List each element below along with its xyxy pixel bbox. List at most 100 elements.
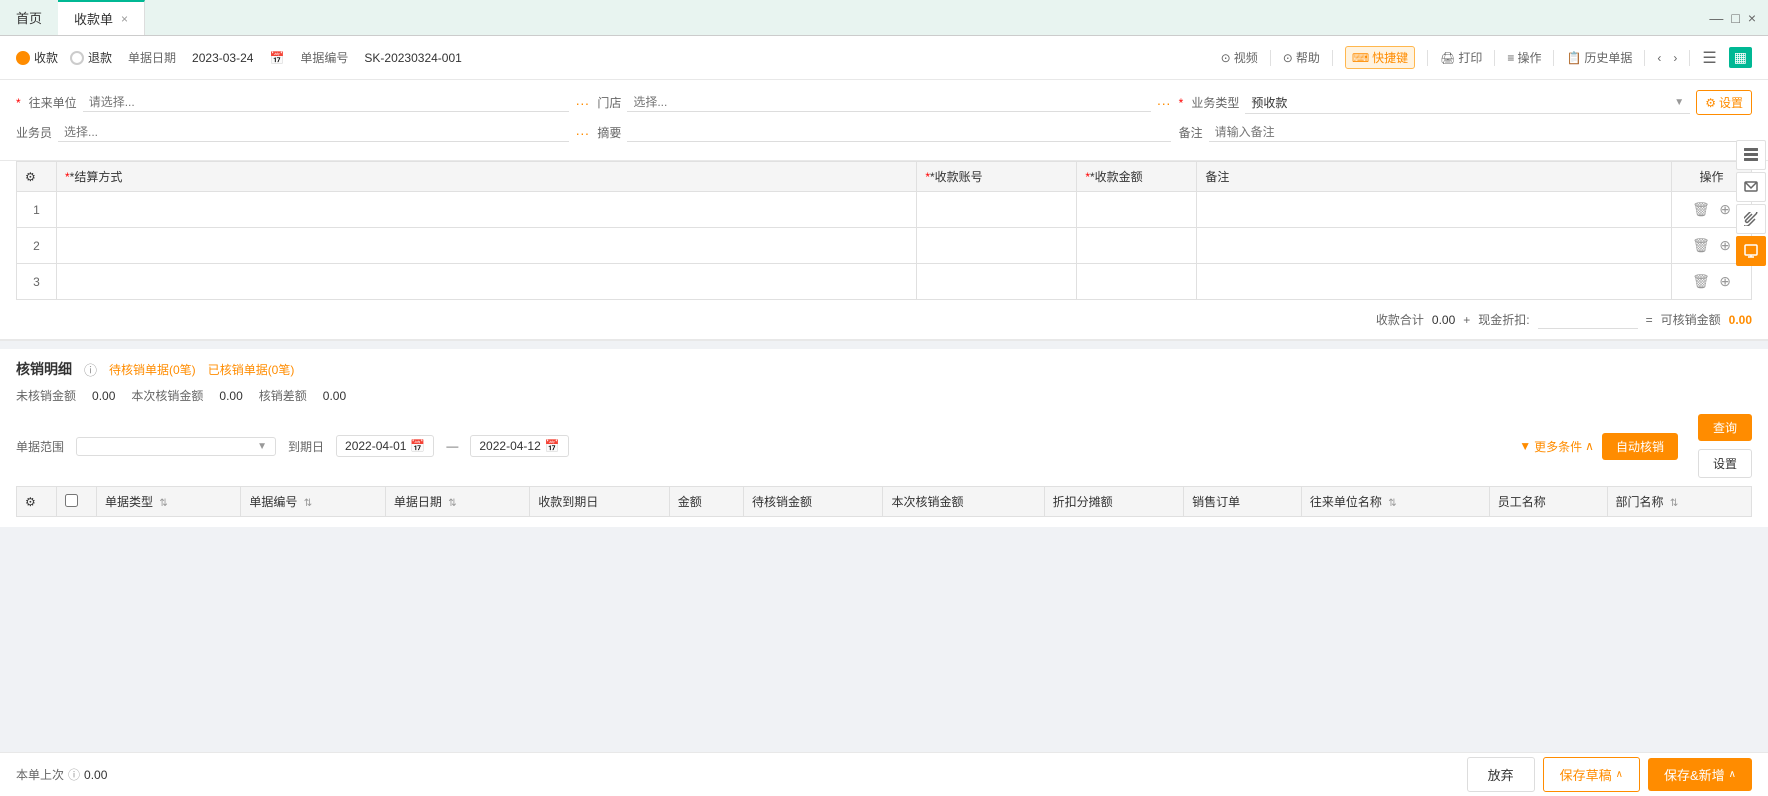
query-btn[interactable]: 查询 xyxy=(1698,414,1752,441)
bt-gear-header[interactable]: ⚙ xyxy=(17,487,57,517)
sidebar-table-icon[interactable] xyxy=(1736,140,1766,170)
row-3-account[interactable] xyxy=(917,264,1077,300)
sort-num-icon[interactable]: ⇅ xyxy=(304,498,312,509)
video-icon: ⊙ xyxy=(1221,51,1231,65)
memo-input[interactable] xyxy=(627,123,1170,142)
verify-section: 核销明细 ⓘ 待核销单据(0笔) 已核销单据(0笔) 未核销金额 0.00 本次… xyxy=(0,349,1768,527)
sidebar-clip-icon[interactable] xyxy=(1736,204,1766,234)
due-label: 到期日 xyxy=(288,438,324,455)
save-draft-label: 保存草稿 xyxy=(1560,765,1612,784)
row-2-settlement[interactable] xyxy=(57,228,917,264)
refund-radio[interactable]: 退款 xyxy=(70,49,112,66)
discount-input[interactable] xyxy=(1538,310,1638,329)
row-1-amount[interactable] xyxy=(1077,192,1197,228)
bt-col-dept: 部门名称 ⇅ xyxy=(1607,487,1752,517)
row-1-note[interactable] xyxy=(1197,192,1672,228)
save-draft-btn[interactable]: 保存草稿 ∧ xyxy=(1543,757,1640,792)
row-2-amount[interactable] xyxy=(1077,228,1197,264)
bt-col-sales-order: 销售订单 xyxy=(1184,487,1302,517)
doc-num-value[interactable]: SK-20230324-001 xyxy=(364,51,461,65)
row-1-delete-icon[interactable]: 🗑 xyxy=(1692,201,1710,217)
row-3-copy-icon[interactable]: ⊕ xyxy=(1719,273,1731,289)
row-1-account[interactable] xyxy=(917,192,1077,228)
video-btn[interactable]: ⊙ 视频 xyxy=(1221,49,1258,66)
maximize-icon[interactable]: □ xyxy=(1731,10,1739,26)
more-filter-arrow: ∧ xyxy=(1585,439,1594,453)
col-account-header: **收款账号 xyxy=(917,162,1077,192)
counterpart-field: * 往来单位 ··· xyxy=(16,93,589,112)
divider4 xyxy=(1494,50,1495,66)
verify-info-icon[interactable]: ⓘ xyxy=(84,360,97,379)
date-from-field[interactable]: 2022-04-01 📅 xyxy=(336,435,434,457)
date-to-field[interactable]: 2022-04-12 📅 xyxy=(470,435,568,457)
counterpart-more-btn[interactable]: ··· xyxy=(575,95,589,111)
row-3-note[interactable] xyxy=(1197,264,1672,300)
pending-tab[interactable]: 待核销单据(0笔) xyxy=(109,361,196,378)
sort-date-icon[interactable]: ⇅ xyxy=(448,498,456,509)
table-row: 3 🗑 ⊕ xyxy=(17,264,1752,300)
store-more-btn[interactable]: ··· xyxy=(1157,95,1171,111)
sort-counterpart-icon[interactable]: ⇅ xyxy=(1388,498,1396,509)
bt-checkbox-header[interactable] xyxy=(57,487,97,517)
table-settings-btn[interactable]: 设置 xyxy=(1698,449,1752,478)
bottom-table: ⚙ 单据类型 ⇅ 单据编号 ⇅ 单据日期 ⇅ 收款到期日 xyxy=(16,486,1752,517)
nav-prev-icon[interactable]: ‹ xyxy=(1657,51,1661,65)
list-view-icon[interactable]: ☰ xyxy=(1702,48,1716,68)
close-window-icon[interactable]: × xyxy=(1748,10,1756,26)
note-input[interactable] xyxy=(1209,123,1752,142)
settings-button[interactable]: ⚙ 设置 xyxy=(1696,90,1752,115)
print-btn[interactable]: 🖨 打印 xyxy=(1440,49,1482,66)
nav-next-icon[interactable]: › xyxy=(1673,51,1677,65)
done-tab[interactable]: 已核销单据(0笔) xyxy=(208,361,295,378)
filter-right: ▼ 更多条件 ∧ 自动核销 xyxy=(1519,433,1678,460)
auto-verify-btn[interactable]: 自动核销 xyxy=(1602,433,1678,460)
row-3-amount[interactable] xyxy=(1077,264,1197,300)
salesman-input[interactable] xyxy=(58,123,569,142)
row-1-settlement[interactable] xyxy=(57,192,917,228)
footer-info: 本单上次 ⓘ 0.00 xyxy=(16,766,107,783)
sidebar-mail-icon[interactable] xyxy=(1736,172,1766,202)
history-btn[interactable]: 📋 历史单据 xyxy=(1566,49,1632,66)
row-3-num: 3 xyxy=(17,264,57,300)
sort-type-icon[interactable]: ⇅ xyxy=(159,498,167,509)
row-2-copy-icon[interactable]: ⊕ xyxy=(1719,237,1731,253)
row-3-delete-icon[interactable]: 🗑 xyxy=(1692,273,1710,289)
date-value[interactable]: 2023-03-24 xyxy=(192,51,253,65)
store-input[interactable] xyxy=(627,93,1150,112)
minimize-icon[interactable]: — xyxy=(1709,10,1723,26)
range-select[interactable]: ▼ xyxy=(76,437,276,456)
row-3-settlement[interactable] xyxy=(57,264,917,300)
sort-dept-icon[interactable]: ⇅ xyxy=(1670,498,1678,509)
row-2-note[interactable] xyxy=(1197,228,1672,264)
row-2-delete-icon[interactable]: 🗑 xyxy=(1692,237,1710,253)
calendar-icon[interactable]: 📅 xyxy=(269,51,284,65)
grid-view-icon[interactable]: ▦ xyxy=(1729,47,1752,68)
divider2 xyxy=(1332,50,1333,66)
col-gear-header[interactable]: ⚙ xyxy=(17,162,57,192)
date-from-icon[interactable]: 📅 xyxy=(410,439,425,453)
row-1-copy-icon[interactable]: ⊕ xyxy=(1719,201,1731,217)
save-new-btn[interactable]: 保存&新增 ∧ xyxy=(1648,758,1752,791)
save-draft-arrow: ∧ xyxy=(1616,769,1623,780)
tab-home[interactable]: 首页 xyxy=(0,0,58,35)
more-filter-btn[interactable]: ▼ 更多条件 ∧ xyxy=(1519,438,1594,455)
help-btn[interactable]: ⊙ 帮助 xyxy=(1283,49,1320,66)
receipt-radio[interactable]: 收款 xyxy=(16,49,58,66)
sidebar-screen-icon[interactable] xyxy=(1736,236,1766,266)
tab-receipt[interactable]: 收款单 × xyxy=(58,0,145,35)
row-2-account[interactable] xyxy=(917,228,1077,264)
settings-icon: ⚙ xyxy=(1705,96,1716,110)
abandon-btn[interactable]: 放弃 xyxy=(1467,757,1535,792)
business-type-select[interactable]: 预收款 ▼ xyxy=(1245,92,1690,114)
date-to-icon[interactable]: 📅 xyxy=(545,439,560,453)
tab-close-icon[interactable]: × xyxy=(121,12,128,26)
counterpart-input[interactable] xyxy=(83,93,570,112)
operation-label: 操作 xyxy=(1517,49,1541,66)
tab-bar-controls: — □ × xyxy=(1709,10,1768,26)
refund-radio-dot xyxy=(70,51,84,65)
operation-btn[interactable]: ≡ 操作 xyxy=(1507,49,1541,66)
shortcut-btn[interactable]: ⌨ 快捷键 xyxy=(1345,46,1415,69)
select-all-checkbox[interactable] xyxy=(65,494,78,507)
prev-info-icon[interactable]: ⓘ xyxy=(68,766,80,783)
salesman-more-btn[interactable]: ··· xyxy=(575,125,589,141)
